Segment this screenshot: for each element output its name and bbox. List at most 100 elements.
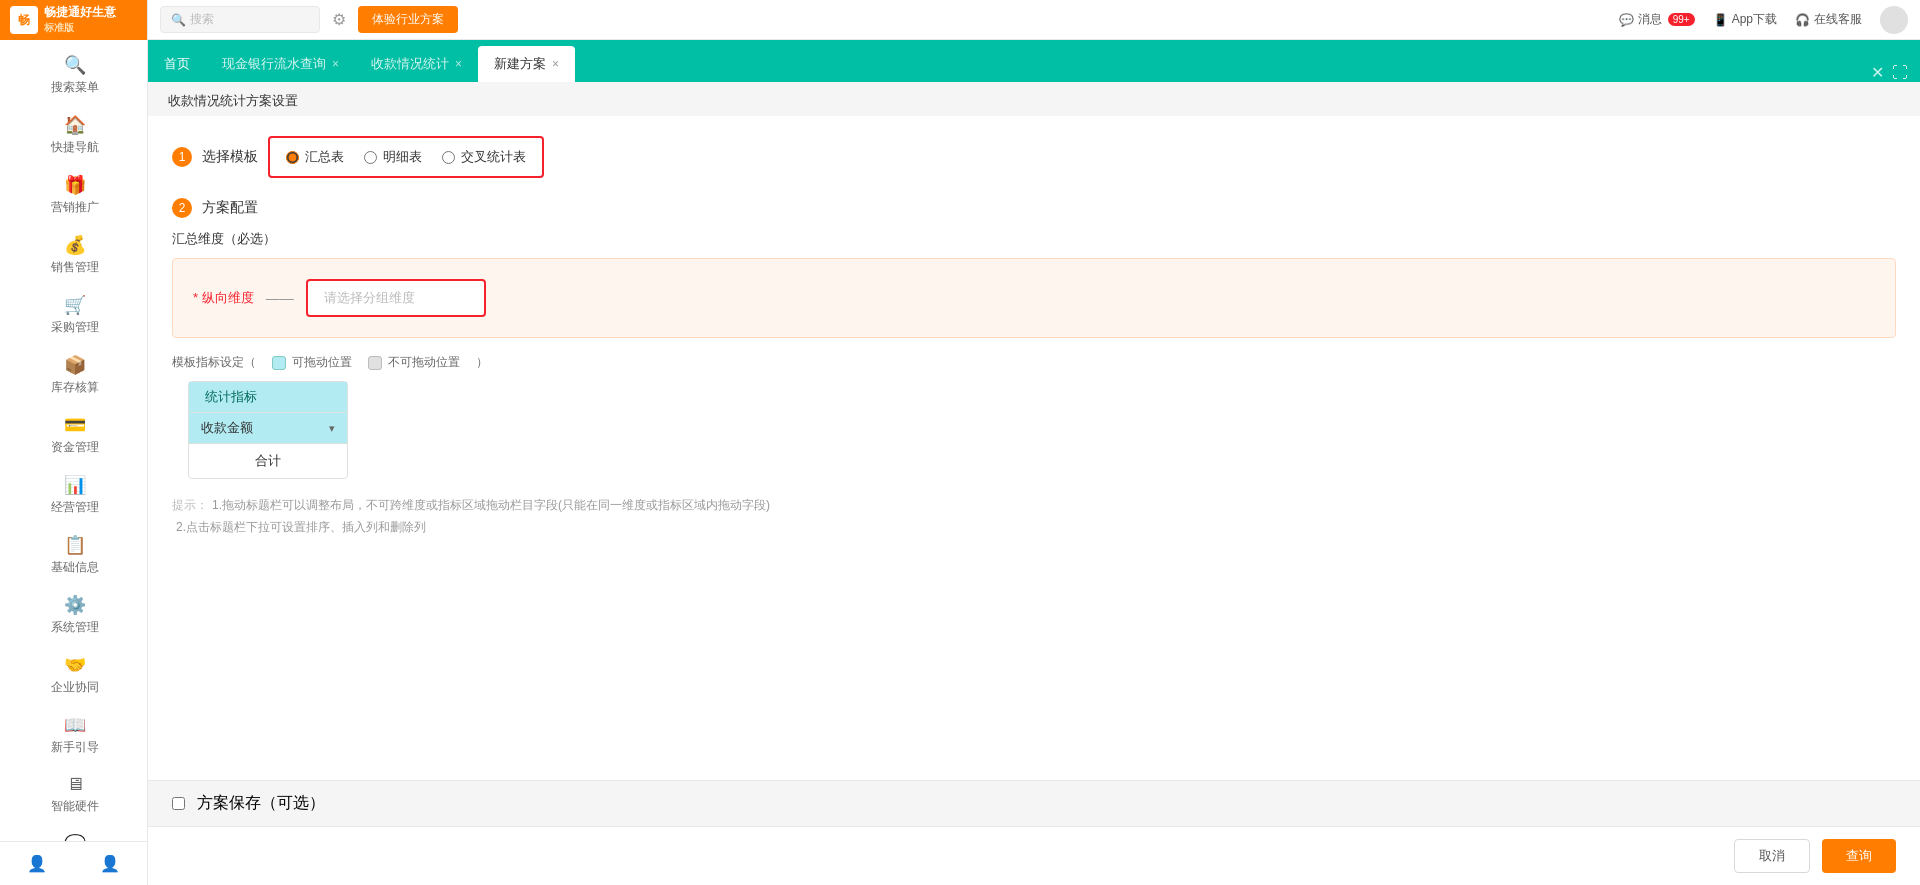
dimension-arrow: —— [266, 290, 294, 306]
logo-icon: 畅 [10, 6, 38, 34]
tab-home[interactable]: 首页 [148, 46, 206, 82]
dimension-input[interactable]: 请选择分组维度 [306, 279, 486, 317]
metrics-header: 模板指标设定（ 可拖动位置 不可拖动位置 ） [172, 354, 1896, 371]
message-icon: 💬 [1619, 13, 1634, 27]
save-checkbox[interactable] [172, 797, 185, 810]
metrics-table: 统计指标 收款金额 ▾ 合计 [188, 381, 348, 479]
tab-close-receipt-stats[interactable]: × [455, 58, 462, 70]
radio-summary-input[interactable] [286, 151, 299, 164]
sidebar-bottom: 👤 👤 [0, 841, 147, 885]
radio-detail[interactable]: 明细表 [364, 148, 422, 166]
sidebar-item-label: 智能硬件 [51, 798, 99, 815]
expand-icon[interactable]: ⛶ [1892, 64, 1908, 82]
query-button[interactable]: 查询 [1822, 839, 1896, 873]
sidebar-item-label: 搜索菜单 [51, 79, 99, 96]
step2-title: 方案配置 [202, 199, 258, 217]
sidebar-item-label: 营销推广 [51, 199, 99, 216]
chat-icon: 💬 [64, 833, 86, 841]
tab-close-bank-flow[interactable]: × [332, 58, 339, 70]
user-avatar[interactable] [1880, 6, 1908, 34]
sidebar-item-label: 经营管理 [51, 499, 99, 516]
radio-summary[interactable]: 汇总表 [286, 148, 344, 166]
main: 🔍 搜索 ⚙ 体验行业方案 💬 消息 99+ 📱 App下载 🎧 在线客服 首页 [148, 0, 1920, 885]
sidebar-item-label: 库存核算 [51, 379, 99, 396]
step2-section: 2 方案配置 汇总维度（必选） * 纵向维度 —— 请选择分组维度 [172, 198, 1896, 538]
sidebar-item-hardware[interactable]: 🖥 智能硬件 [0, 764, 147, 823]
sidebar-item-inventory[interactable]: 📦 库存核算 [0, 344, 147, 404]
monitor-icon: 🖥 [66, 774, 84, 795]
sidebar-bottom-item-1[interactable]: 👤 [0, 850, 74, 877]
topbar-search[interactable]: 🔍 搜索 [160, 6, 320, 33]
sidebar-item-label: 销售管理 [51, 259, 99, 276]
sidebar-item-quick-nav[interactable]: 🏠 快捷导航 [0, 104, 147, 164]
sidebar-item-search[interactable]: 🔍 搜索菜单 [0, 44, 147, 104]
service-icon: 🎧 [1795, 13, 1810, 27]
sidebar: 畅 畅捷通好生意 标准版 🔍 搜索菜单 🏠 快捷导航 🎁 营销推广 💰 销售管理… [0, 0, 148, 885]
money-icon: 💰 [64, 234, 86, 256]
legend-fixed: 不可拖动位置 [368, 354, 460, 371]
message-item[interactable]: 💬 消息 99+ [1619, 11, 1695, 28]
sidebar-item-label: 基础信息 [51, 559, 99, 576]
close-window-icon[interactable]: ✕ [1871, 63, 1884, 82]
save-label[interactable]: 方案保存（可选） [197, 793, 325, 814]
fixed-dot [368, 356, 382, 370]
sidebar-item-operation[interactable]: 📊 经营管理 [0, 464, 147, 524]
search-placeholder: 搜索 [190, 11, 214, 28]
topbar: 🔍 搜索 ⚙ 体验行业方案 💬 消息 99+ 📱 App下载 🎧 在线客服 [148, 0, 1920, 40]
dimension-label: * 纵向维度 [193, 289, 254, 307]
download-item[interactable]: 📱 App下载 [1713, 11, 1777, 28]
step2-header: 2 方案配置 [172, 198, 1896, 218]
sidebar-item-basic[interactable]: 📋 基础信息 [0, 524, 147, 584]
save-section: 方案保存（可选） [148, 780, 1920, 826]
sidebar-item-sales[interactable]: 💰 销售管理 [0, 224, 147, 284]
footer-actions: 取消 查询 [148, 826, 1920, 885]
chevron-down-icon: ▾ [329, 422, 335, 435]
avatar-icon-1: 👤 [27, 854, 47, 873]
chart-icon: 📊 [64, 474, 86, 496]
step1-header: 1 选择模板 汇总表 明细表 交叉统计表 [172, 136, 1896, 178]
sidebar-item-newbie[interactable]: 📖 新手引导 [0, 704, 147, 764]
tab-close-new-plan[interactable]: × [552, 58, 559, 70]
service-item[interactable]: 🎧 在线客服 [1795, 11, 1862, 28]
sidebar-item-wechat[interactable]: 💬 企业微信 [0, 823, 147, 841]
sidebar-item-capital[interactable]: 💳 资金管理 [0, 404, 147, 464]
dimension-config-label: 汇总维度（必选） [172, 230, 1896, 248]
tab-bank-flow[interactable]: 现金银行流水查询 × [206, 46, 355, 82]
sidebar-item-label: 快捷导航 [51, 139, 99, 156]
metrics-col-header[interactable]: 收款金额 ▾ [189, 413, 347, 444]
card-icon: 💳 [64, 414, 86, 436]
template-select: 汇总表 明细表 交叉统计表 [268, 136, 544, 178]
sidebar-item-marketing[interactable]: 🎁 营销推广 [0, 164, 147, 224]
tab-receipt-stats[interactable]: 收款情况统计 × [355, 46, 478, 82]
book-icon: 📖 [64, 714, 86, 736]
sidebar-item-system[interactable]: ⚙️ 系统管理 [0, 584, 147, 644]
step1-badge: 1 [172, 147, 192, 167]
trial-btn[interactable]: 体验行业方案 [358, 6, 458, 33]
sidebar-item-purchase[interactable]: 🛒 采购管理 [0, 284, 147, 344]
sidebar-item-collab[interactable]: 🤝 企业协同 [0, 644, 147, 704]
topbar-right: 💬 消息 99+ 📱 App下载 🎧 在线客服 [1619, 6, 1908, 34]
box-icon: 📦 [64, 354, 86, 376]
avatar-icon-2: 👤 [100, 854, 120, 873]
logo-name: 畅捷通好生意 [44, 5, 116, 19]
tip-1: 提示： 1.拖动标题栏可以调整布局，不可跨维度或指标区域拖动栏目字段(只能在同一… [172, 495, 1896, 517]
dimension-config: 汇总维度（必选） * 纵向维度 —— 请选择分组维度 [172, 230, 1896, 338]
gift-icon: 🎁 [64, 174, 86, 196]
cancel-button[interactable]: 取消 [1734, 839, 1810, 873]
dimension-area: * 纵向维度 —— 请选择分组维度 [172, 258, 1896, 338]
sidebar-bottom-item-2[interactable]: 👤 [74, 850, 148, 877]
metrics-table-header: 统计指标 [189, 382, 347, 413]
radio-detail-input[interactable] [364, 151, 377, 164]
legend-movable: 可拖动位置 [272, 354, 352, 371]
message-badge: 99+ [1668, 13, 1695, 26]
handshake-icon: 🤝 [64, 654, 86, 676]
settings-icon[interactable]: ⚙ [332, 10, 346, 29]
radio-cross[interactable]: 交叉统计表 [442, 148, 526, 166]
tab-new-plan[interactable]: 新建方案 × [478, 46, 575, 82]
sidebar-item-label: 新手引导 [51, 739, 99, 756]
metrics-config: 模板指标设定（ 可拖动位置 不可拖动位置 ） [172, 354, 1896, 479]
radio-cross-input[interactable] [442, 151, 455, 164]
sidebar-item-label: 采购管理 [51, 319, 99, 336]
tabbar: 首页 现金银行流水查询 × 收款情况统计 × 新建方案 × ✕ ⛶ [148, 40, 1920, 82]
gear-icon: ⚙️ [64, 594, 86, 616]
